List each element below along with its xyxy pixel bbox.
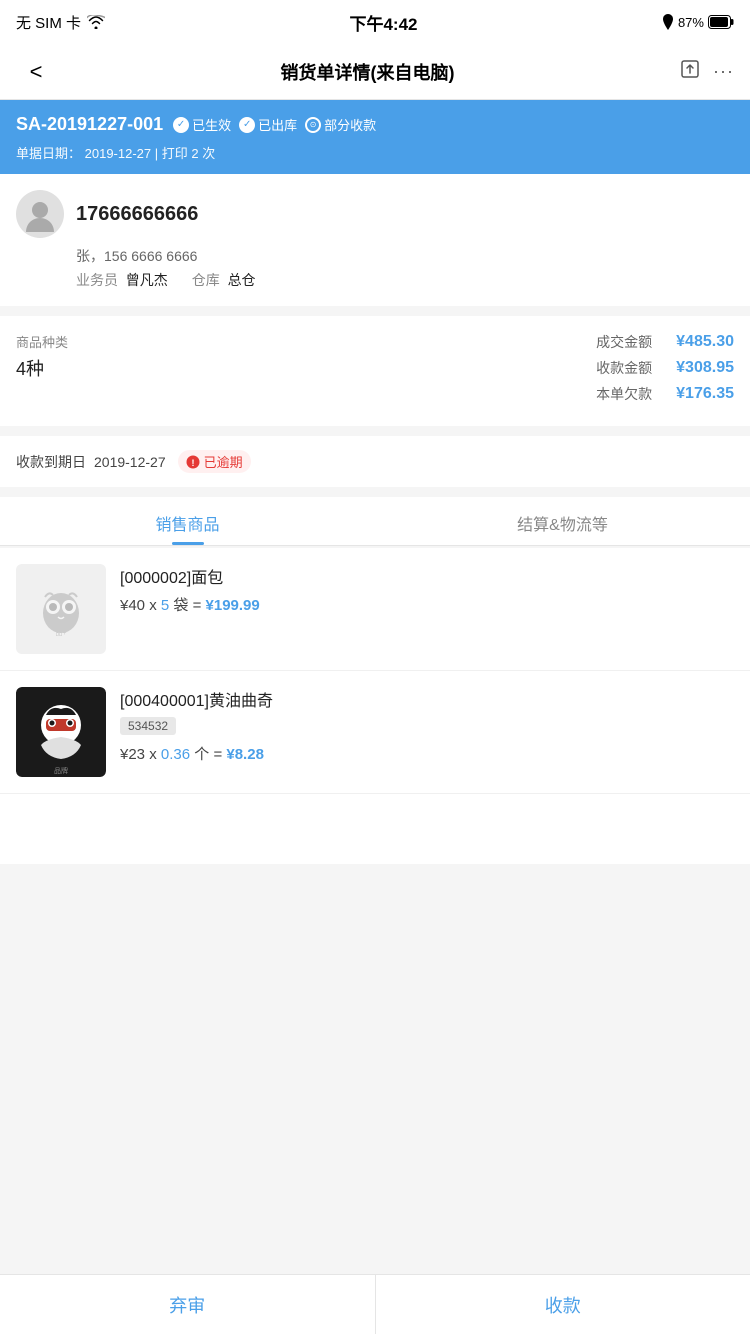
status-left: 无 SIM 卡: [16, 12, 105, 33]
battery-icon: [708, 15, 734, 29]
badge-shipped: ✓ 已出库: [239, 115, 297, 134]
back-button[interactable]: <: [16, 59, 56, 85]
bottom-action-bar: 弃审 收款: [0, 1274, 750, 1334]
customer-info-row: 业务员 曾凡杰 仓库 总仓: [16, 270, 734, 290]
more-button[interactable]: ···: [713, 61, 734, 82]
summary-section: 商品种类 4种 成交金额 ¥485.30 收款金额 ¥308.95 本单欠款 ¥…: [0, 316, 750, 426]
product-name-2: [000400001]黄油曲奇: [120, 687, 734, 711]
avatar: [16, 190, 64, 238]
sim-status: 无 SIM 卡: [16, 12, 81, 33]
svg-text:!: !: [191, 458, 194, 468]
product-image-2: 品牌: [16, 687, 106, 777]
collected-amount-row: 收款金额 ¥308.95: [596, 358, 734, 378]
collect-payment-button[interactable]: 收款: [376, 1275, 750, 1334]
svg-text:品牌: 品牌: [54, 766, 68, 775]
location-icon: [662, 14, 674, 30]
tab-sales-products[interactable]: 销售商品: [0, 497, 375, 545]
check-icon-1: ✓: [173, 117, 189, 133]
page-title: 销货单详情(来自电脑): [281, 59, 455, 85]
share-icon: [679, 58, 701, 80]
product-item-2: 品牌 [000400001]黄油曲奇 534532 ¥23 x 0.36 个 =…: [0, 671, 750, 794]
product-info-2: [000400001]黄油曲奇 534532 ¥23 x 0.36 个 = ¥8…: [120, 687, 734, 764]
product-image-1: 品+: [31, 579, 91, 639]
check-icon-2: ✓: [239, 117, 255, 133]
due-date-value: 2019-12-27: [94, 454, 166, 470]
clock-icon: ⊙: [305, 117, 321, 133]
product-thumb-2: 品牌: [16, 687, 106, 777]
customer-section: 17666666666 张，156 6666 6666 业务员 曾凡杰 仓库 总…: [0, 174, 750, 306]
wifi-icon: [87, 15, 105, 29]
product-thumb-1: 品+: [16, 564, 106, 654]
product-sku-2: 534532: [120, 717, 176, 735]
due-date-section: 收款到期日 2019-12-27 ! 已逾期: [0, 436, 750, 487]
status-bar: 无 SIM 卡 下午4:42 87%: [0, 0, 750, 44]
due-date-label: 收款到期日: [16, 452, 86, 472]
nav-bar: < 销货单详情(来自电脑) ···: [0, 44, 750, 100]
tab-settlement[interactable]: 结算&物流等: [375, 497, 750, 545]
customer-name-phone: 张，156 6666 6666: [16, 246, 734, 266]
badge-partial: ⊙ 部分收款: [305, 115, 376, 134]
status-right: 87%: [662, 14, 734, 30]
cancel-review-button[interactable]: 弃审: [0, 1275, 376, 1334]
tabs-section: 销售商品 结算&物流等: [0, 497, 750, 546]
status-badges: ✓ 已生效 ✓ 已出库 ⊙ 部分收款: [173, 115, 376, 134]
product-list: 品+ [0000002]面包 ¥40 x 5 袋 = ¥199.99: [0, 548, 750, 864]
order-id: SA-20191227-001: [16, 114, 163, 135]
debt-amount-row: 本单欠款 ¥176.35: [596, 384, 734, 404]
product-price-row-1: ¥40 x 5 袋 = ¥199.99: [120, 594, 734, 615]
status-time: 下午4:42: [349, 10, 417, 35]
product-item-1: 品+ [0000002]面包 ¥40 x 5 袋 = ¥199.99: [0, 548, 750, 671]
order-banner: SA-20191227-001 ✓ 已生效 ✓ 已出库 ⊙ 部分收款 单据日期：…: [0, 100, 750, 174]
overdue-warning-icon: !: [186, 455, 200, 469]
nav-actions: ···: [679, 58, 734, 85]
customer-id: 17666666666: [76, 203, 198, 226]
product-name-1: [0000002]面包: [120, 564, 734, 588]
product-info-1: [0000002]面包 ¥40 x 5 袋 = ¥199.99: [120, 564, 734, 615]
customer-top: 17666666666: [16, 190, 734, 238]
user-avatar-icon: [22, 196, 58, 232]
badge-effective: ✓ 已生效: [173, 115, 231, 134]
sales-person-label: 业务员 曾凡杰: [76, 270, 168, 290]
overdue-badge: ! 已逾期: [178, 450, 251, 473]
battery-percent: 87%: [678, 15, 704, 30]
svg-text:品+: 品+: [55, 629, 66, 637]
warehouse-label: 仓库 总仓: [192, 270, 256, 290]
order-date: 单据日期： 2019-12-27 | 打印 2 次: [16, 143, 734, 162]
tabs-row: 销售商品 结算&物流等: [0, 497, 750, 546]
deal-amount-row: 成交金额 ¥485.30: [596, 332, 734, 352]
summary-product-type: 商品种类 4种: [16, 332, 68, 381]
product-price-row-2: ¥23 x 0.36 个 = ¥8.28: [120, 743, 734, 764]
share-button[interactable]: [679, 58, 701, 85]
summary-amounts: 成交金额 ¥485.30 收款金额 ¥308.95 本单欠款 ¥176.35: [596, 332, 734, 410]
